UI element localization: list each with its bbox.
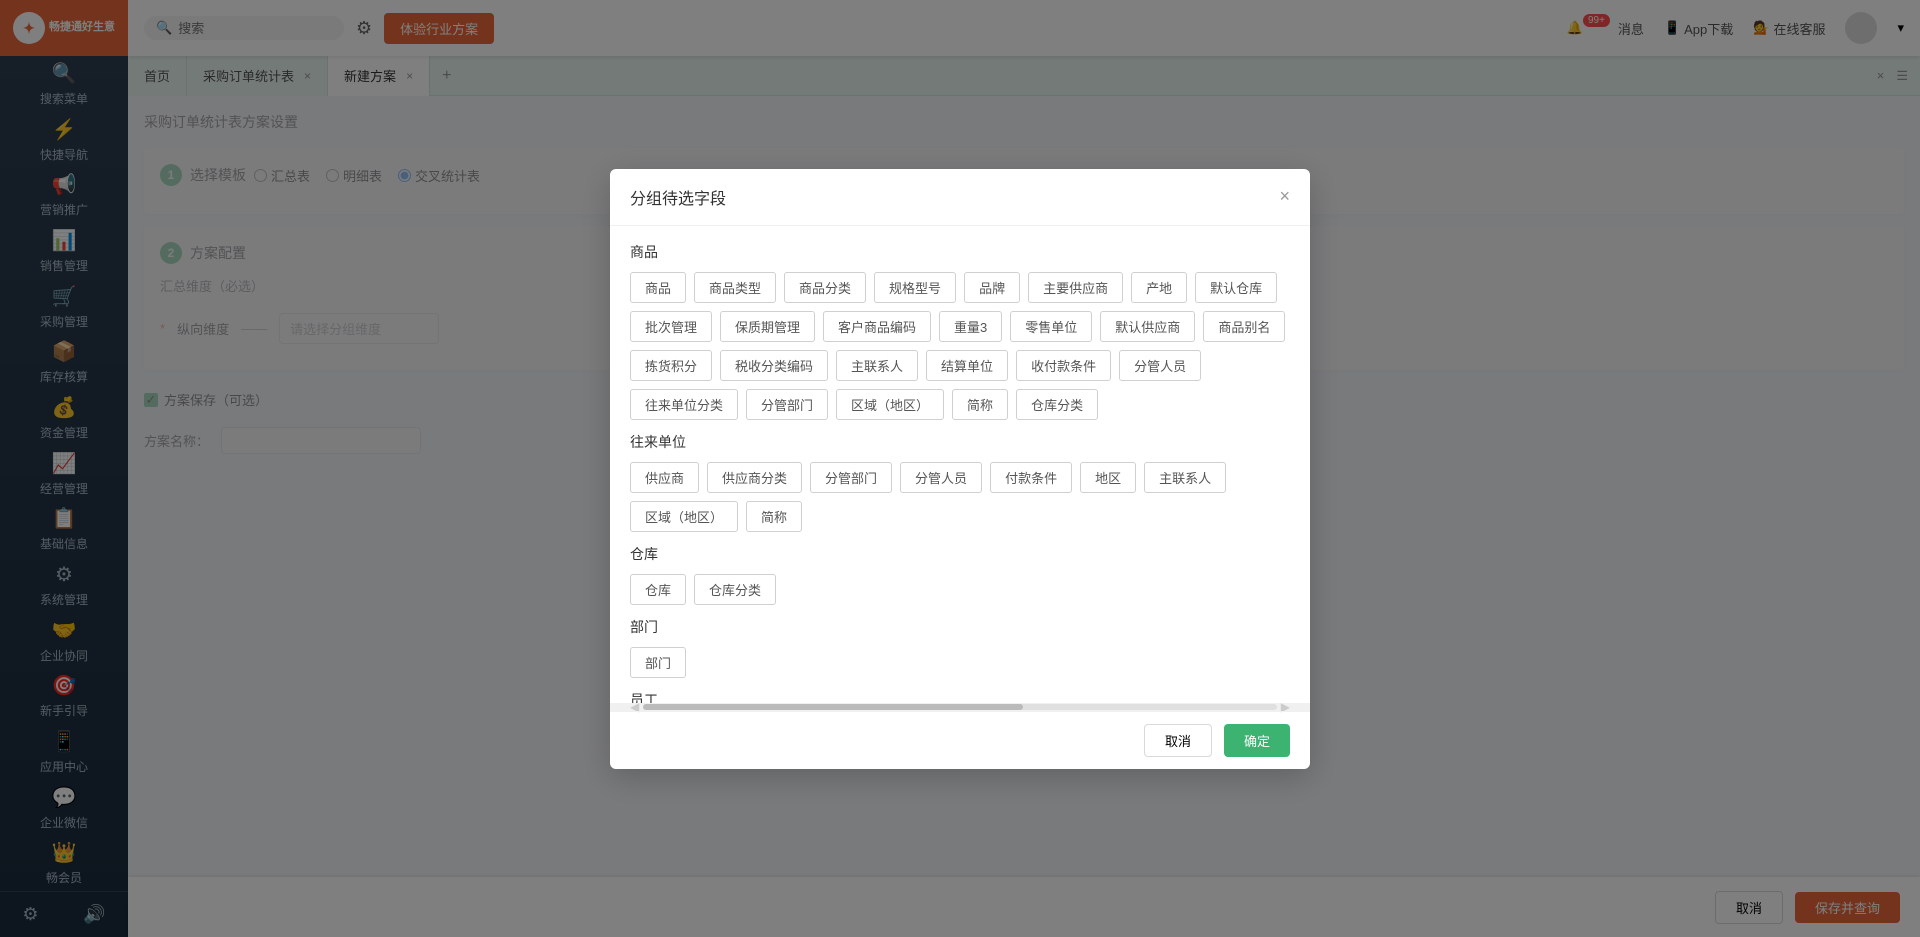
field-tag[interactable]: 主联系人 [1144, 462, 1226, 493]
section-warehouse-title: 仓库 [630, 544, 1290, 564]
field-tag[interactable]: 区域（地区） [836, 389, 944, 420]
field-tag[interactable]: 仓库分类 [694, 574, 776, 605]
modal-confirm-btn[interactable]: 确定 [1224, 724, 1290, 757]
field-tag[interactable]: 商品 [630, 272, 686, 303]
field-tag[interactable]: 品牌 [964, 272, 1020, 303]
field-tag[interactable]: 批次管理 [630, 311, 712, 342]
field-tag[interactable]: 商品类型 [694, 272, 776, 303]
modal-body: 商品 商品 商品类型 商品分类 规格型号 品牌 主要供应商 产地 默认仓库 批次… [610, 226, 1310, 703]
section-goods-fields: 商品 商品类型 商品分类 规格型号 品牌 主要供应商 产地 默认仓库 批次管理 … [630, 272, 1290, 420]
field-tag[interactable]: 收付款条件 [1016, 350, 1111, 381]
field-tag[interactable]: 主联系人 [836, 350, 918, 381]
modal-title: 分组待选字段 [630, 185, 726, 209]
field-tag[interactable]: 规格型号 [874, 272, 956, 303]
section-contacts-title: 往来单位 [630, 432, 1290, 452]
field-tag[interactable]: 仓库分类 [1016, 389, 1098, 420]
field-tag[interactable]: 供应商 [630, 462, 699, 493]
section-dept-title: 部门 [630, 617, 1290, 637]
field-tag[interactable]: 默认供应商 [1100, 311, 1195, 342]
modal-close-btn[interactable]: × [1279, 186, 1290, 207]
field-tag[interactable]: 简称 [952, 389, 1008, 420]
scrollbar-thumb[interactable] [643, 704, 1023, 710]
field-tag[interactable]: 结算单位 [926, 350, 1008, 381]
section-goods-title: 商品 [630, 242, 1290, 262]
field-tag[interactable]: 分管人员 [900, 462, 982, 493]
field-tag[interactable]: 税收分类编码 [720, 350, 828, 381]
scrollbar-track[interactable] [643, 704, 1277, 710]
field-tag[interactable]: 主要供应商 [1028, 272, 1123, 303]
modal-cancel-btn[interactable]: 取消 [1144, 724, 1212, 757]
field-tag[interactable]: 商品别名 [1203, 311, 1285, 342]
field-tag[interactable]: 简称 [746, 501, 802, 532]
field-tag[interactable]: 付款条件 [990, 462, 1072, 493]
field-tag[interactable]: 区域（地区） [630, 501, 738, 532]
field-tag[interactable]: 分管部门 [810, 462, 892, 493]
field-tag[interactable]: 地区 [1080, 462, 1136, 493]
field-tag[interactable]: 拣货积分 [630, 350, 712, 381]
modal-horizontal-scrollbar[interactable]: ◀ ▶ [610, 703, 1310, 711]
field-tag[interactable]: 重量3 [939, 311, 1002, 342]
section-employee-title: 员工 [630, 690, 1290, 703]
field-tag[interactable]: 产地 [1131, 272, 1187, 303]
modal-field-select: 分组待选字段 × 商品 商品 商品类型 商品分类 规格型号 品牌 主要供应商 产… [610, 169, 1310, 769]
section-warehouse-fields: 仓库 仓库分类 [630, 574, 1290, 605]
field-tag[interactable]: 保质期管理 [720, 311, 815, 342]
field-tag[interactable]: 往来单位分类 [630, 389, 738, 420]
field-tag[interactable]: 部门 [630, 647, 686, 678]
modal-header: 分组待选字段 × [610, 169, 1310, 226]
field-tag[interactable]: 商品分类 [784, 272, 866, 303]
section-dept-fields: 部门 [630, 647, 1290, 678]
field-tag[interactable]: 供应商分类 [707, 462, 802, 493]
field-tag[interactable]: 仓库 [630, 574, 686, 605]
modal-footer: 取消 确定 [610, 711, 1310, 769]
field-tag[interactable]: 默认仓库 [1195, 272, 1277, 303]
field-tag[interactable]: 零售单位 [1010, 311, 1092, 342]
field-tag[interactable]: 分管部门 [746, 389, 828, 420]
field-tag[interactable]: 分管人员 [1119, 350, 1201, 381]
section-contacts-fields: 供应商 供应商分类 分管部门 分管人员 付款条件 地区 主联系人 区域（地区） … [630, 462, 1290, 532]
field-tag[interactable]: 客户商品编码 [823, 311, 931, 342]
